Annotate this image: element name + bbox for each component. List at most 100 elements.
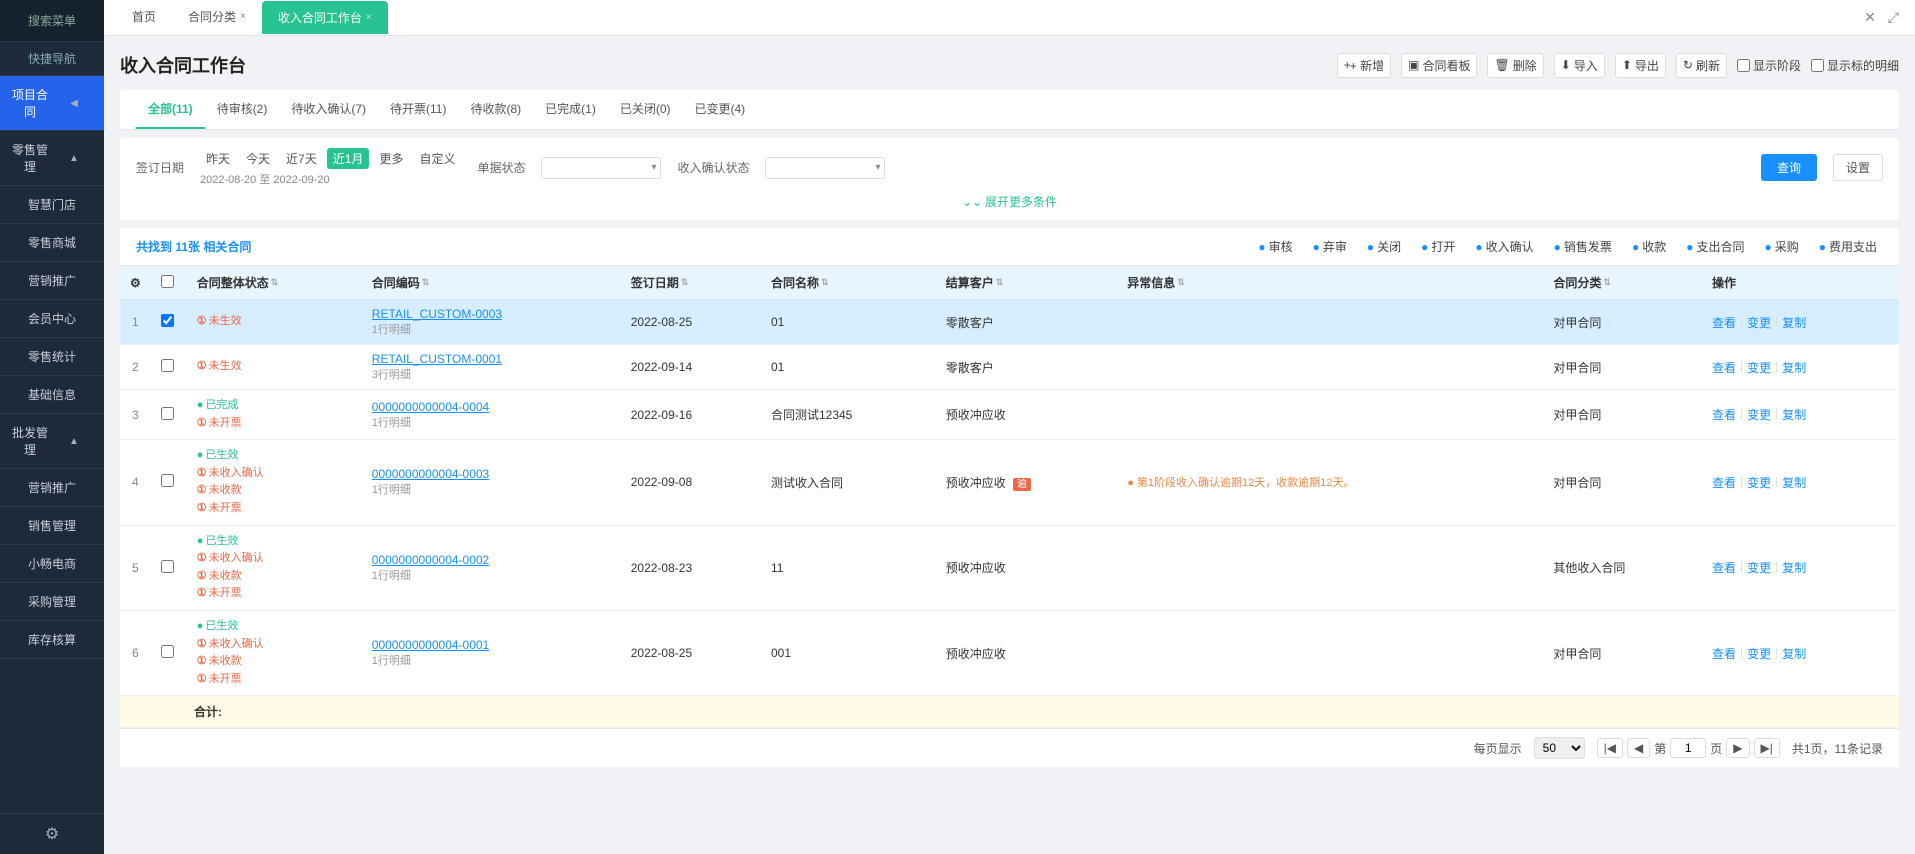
date-btn-today[interactable]: 今天 — [240, 148, 276, 169]
sidebar-item-project[interactable]: 项目合同 ◀ — [0, 76, 104, 131]
row-checkbox[interactable] — [151, 390, 187, 440]
status-tab-completed[interactable]: 已完成(1) — [533, 90, 608, 129]
dashboard-button[interactable]: ▣ 合同看板 — [1401, 53, 1477, 78]
page-input[interactable] — [1670, 738, 1706, 758]
contract-status-sort[interactable]: 合同整体状态 — [197, 274, 352, 291]
sidebar-item-mall[interactable]: 零售商城 — [0, 224, 104, 262]
action-link-变更[interactable]: 变更 — [1747, 359, 1771, 376]
row-select-checkbox[interactable] — [161, 314, 174, 327]
th-contract-status[interactable]: 合同整体状态 — [187, 266, 362, 300]
sidebar-item-smartstore[interactable]: 智慧门店 — [0, 186, 104, 224]
row-select-checkbox[interactable] — [161, 474, 174, 487]
window-close-icon[interactable]: ✕ — [1856, 9, 1884, 26]
date-btn-more[interactable]: 更多 — [373, 148, 409, 169]
export-button[interactable]: ⬆ 导出 — [1615, 53, 1666, 78]
open-btn[interactable]: ● 打开 — [1415, 236, 1461, 257]
row-contract-code[interactable]: 0000000000004-00011行明细 — [362, 610, 621, 695]
fee-out-btn[interactable]: ● 费用支出 — [1813, 236, 1883, 257]
close-btn[interactable]: ● 关闭 — [1361, 236, 1407, 257]
page-next-btn[interactable]: ▶ — [1726, 738, 1749, 758]
action-link-变更[interactable]: 变更 — [1747, 474, 1771, 491]
sales-invoice-btn[interactable]: ● 销售发票 — [1548, 236, 1618, 257]
th-settings[interactable]: ⚙ — [120, 266, 151, 300]
show-stages-input[interactable] — [1737, 59, 1750, 72]
tab-income-workbench-close[interactable]: × — [366, 12, 372, 23]
show-details-input[interactable] — [1811, 59, 1824, 72]
row-contract-code[interactable]: 0000000000004-00031行明细 — [362, 440, 621, 525]
sidebar-item-purchase[interactable]: 采购管理 — [0, 583, 104, 621]
contract-link[interactable]: RETAIL_CUSTOM-0003 — [372, 307, 502, 321]
collect-btn[interactable]: ● 收款 — [1626, 236, 1672, 257]
row-contract-code[interactable]: 0000000000004-00021行明细 — [362, 525, 621, 610]
th-contract-type[interactable]: 合同分类 — [1543, 266, 1702, 300]
row-contract-code[interactable]: RETAIL_CUSTOM-00031行明细 — [362, 300, 621, 345]
th-abnormal[interactable]: 异常信息 — [1117, 266, 1543, 300]
contract-type-sort[interactable]: 合同分类 — [1553, 274, 1692, 291]
action-link-复制[interactable]: 复制 — [1782, 474, 1806, 491]
window-resize-icon[interactable]: ⤢ — [1884, 9, 1903, 26]
tab-contract-cat[interactable]: 合同分类 × — [172, 0, 262, 35]
status-tab-changed[interactable]: 已变更(4) — [683, 90, 758, 129]
sidebar-item-marketing[interactable]: 营销推广 — [0, 262, 104, 300]
select-all-checkbox[interactable] — [161, 275, 174, 288]
status-tab-all[interactable]: 全部(11) — [136, 90, 205, 129]
sign-date-sort[interactable]: 签订日期 — [631, 274, 751, 291]
contract-code-sort[interactable]: 合同编码 — [372, 274, 611, 291]
sidebar-search[interactable]: 搜索菜单 — [0, 0, 104, 42]
sidebar-nav[interactable]: 快捷导航 — [0, 42, 104, 76]
add-button[interactable]: + + 新增 — [1337, 53, 1391, 78]
sidebar-item-salesmgmt[interactable]: 销售管理 — [0, 507, 104, 545]
row-select-checkbox[interactable] — [161, 407, 174, 420]
row-select-checkbox[interactable] — [161, 560, 174, 573]
action-link-查看[interactable]: 查看 — [1712, 559, 1736, 576]
sidebar-item-mktmgmt[interactable]: 营销推广 — [0, 469, 104, 507]
th-contract-code[interactable]: 合同编码 — [362, 266, 621, 300]
query-button[interactable]: 查询 — [1761, 154, 1817, 181]
contract-link[interactable]: 0000000000004-0002 — [372, 553, 489, 567]
action-link-变更[interactable]: 变更 — [1747, 559, 1771, 576]
sidebar-settings[interactable]: ⚙ — [0, 813, 104, 854]
action-link-查看[interactable]: 查看 — [1712, 474, 1736, 491]
tab-income-workbench[interactable]: 收入合同工作台 × — [262, 1, 388, 34]
set-button[interactable]: 设置 — [1833, 154, 1883, 181]
contract-link[interactable]: 0000000000004-0001 — [372, 638, 489, 652]
contract-link[interactable]: RETAIL_CUSTOM-0001 — [372, 352, 502, 366]
row-checkbox[interactable] — [151, 440, 187, 525]
page-size-select[interactable]: 50 20 100 — [1534, 737, 1585, 759]
row-contract-code[interactable]: 0000000000004-00041行明细 — [362, 390, 621, 440]
th-customer[interactable]: 结算客户 — [936, 266, 1118, 300]
customer-sort[interactable]: 结算客户 — [946, 274, 1108, 291]
action-link-查看[interactable]: 查看 — [1712, 359, 1736, 376]
action-link-复制[interactable]: 复制 — [1782, 645, 1806, 662]
action-link-复制[interactable]: 复制 — [1782, 314, 1806, 331]
row-checkbox[interactable] — [151, 610, 187, 695]
action-link-查看[interactable]: 查看 — [1712, 645, 1736, 662]
row-checkbox[interactable] — [151, 525, 187, 610]
action-link-查看[interactable]: 查看 — [1712, 314, 1736, 331]
sidebar-item-inventory[interactable]: 库存核算 — [0, 621, 104, 659]
doc-status-select[interactable] — [541, 157, 661, 179]
expand-filter-btn[interactable]: ⌄⌄ 展开更多条件 — [962, 193, 1057, 210]
abandon-btn[interactable]: ● 弃审 — [1307, 236, 1353, 257]
sidebar-item-retail[interactable]: 零售管理 ▲ — [0, 131, 104, 186]
status-tab-pending-review[interactable]: 待审核(2) — [205, 90, 280, 129]
contract-link[interactable]: 0000000000004-0004 — [372, 400, 489, 414]
page-first-btn[interactable]: |◀ — [1597, 738, 1623, 758]
status-tab-pending-invoice[interactable]: 待开票(11) — [378, 90, 458, 129]
date-btn-custom[interactable]: 自定义 — [413, 148, 461, 169]
expense-out-btn[interactable]: ● 支出合同 — [1680, 236, 1750, 257]
show-stages-checkbox[interactable]: 显示阶段 — [1737, 57, 1801, 74]
row-checkbox[interactable] — [151, 300, 187, 345]
delete-button[interactable]: 🗑 删除 — [1487, 53, 1543, 78]
tab-contract-cat-close[interactable]: × — [240, 11, 246, 22]
row-select-checkbox[interactable] — [161, 359, 174, 372]
date-btn-yesterday[interactable]: 昨天 — [200, 148, 236, 169]
tab-home[interactable]: 首页 — [116, 0, 172, 35]
action-link-复制[interactable]: 复制 — [1782, 406, 1806, 423]
action-link-变更[interactable]: 变更 — [1747, 406, 1771, 423]
sidebar-item-stats[interactable]: 零售统计 — [0, 338, 104, 376]
row-select-checkbox[interactable] — [161, 645, 174, 658]
row-contract-code[interactable]: RETAIL_CUSTOM-00013行明细 — [362, 345, 621, 390]
date-btn-1month[interactable]: 近1月 — [327, 148, 370, 169]
sidebar-item-wholesale[interactable]: 批发管理 ▲ — [0, 414, 104, 469]
